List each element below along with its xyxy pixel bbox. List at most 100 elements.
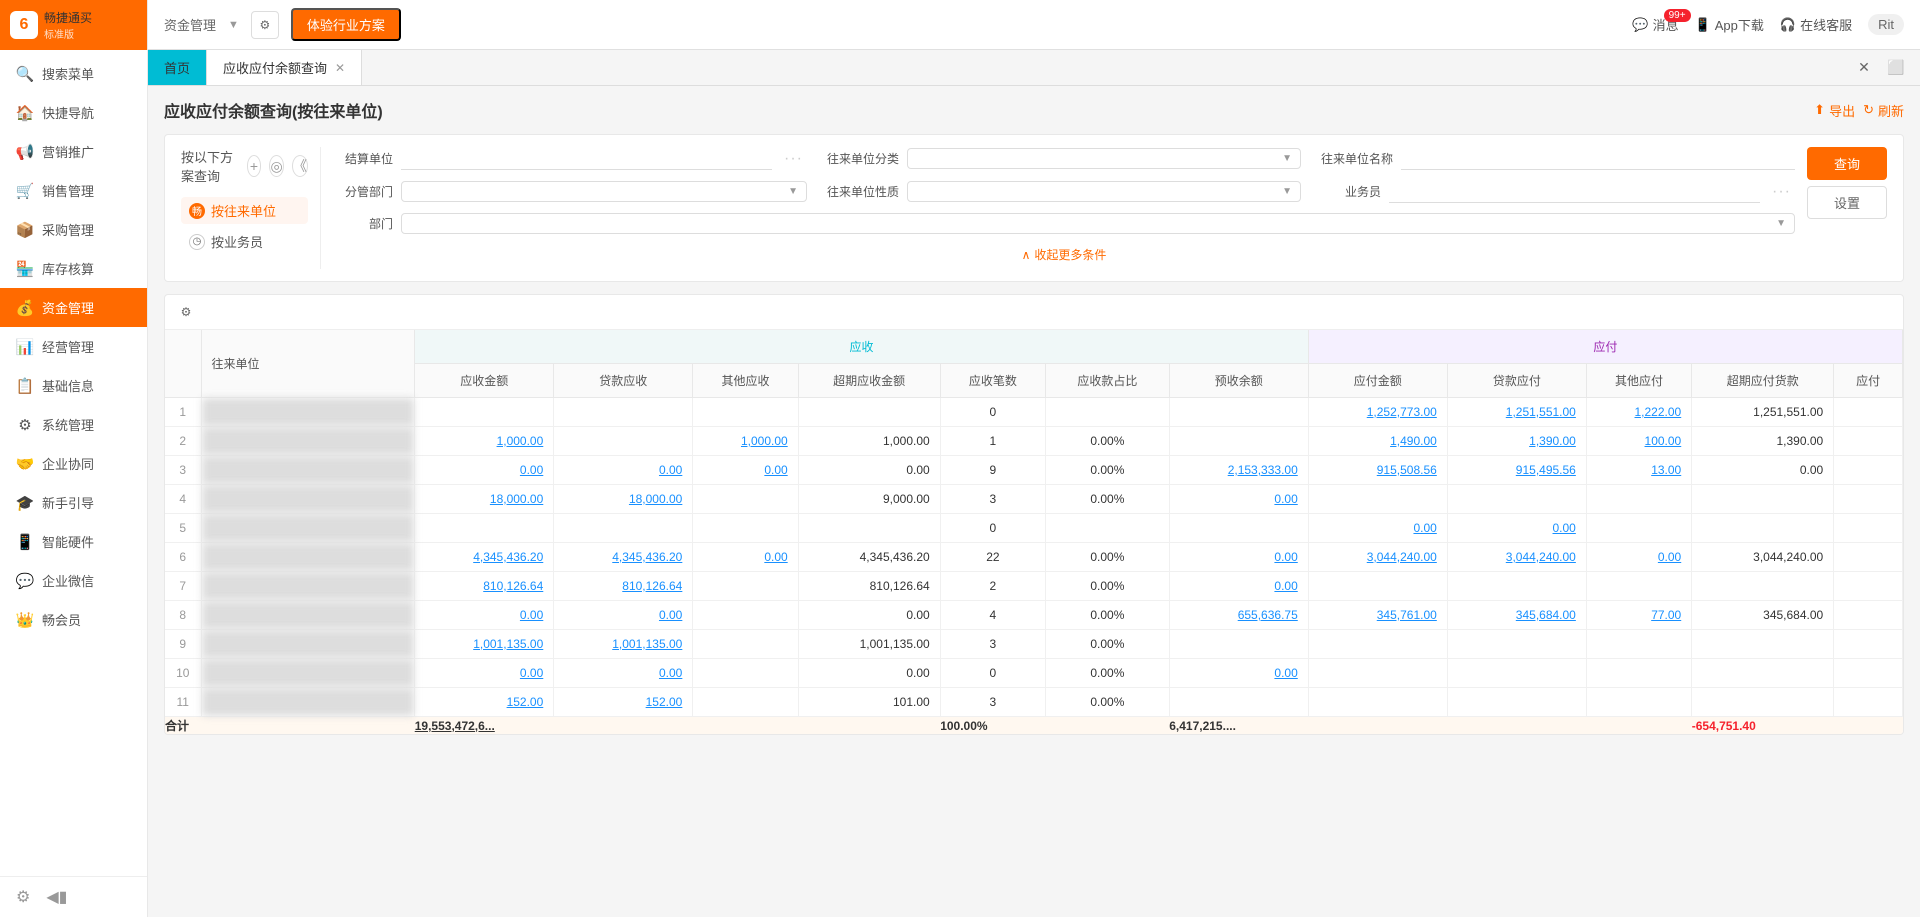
- row-cell[interactable]: 0.00: [1169, 659, 1308, 688]
- row-cell[interactable]: [415, 514, 554, 543]
- row-cell[interactable]: 655,636.75: [1169, 601, 1308, 630]
- row-cell[interactable]: 0.00: [415, 601, 554, 630]
- row-cell[interactable]: 345,684.00: [1447, 601, 1586, 630]
- row-cell[interactable]: [1169, 427, 1308, 456]
- row-cell[interactable]: 1,252,773.00: [1308, 398, 1447, 427]
- row-cell[interactable]: 810,126.64: [415, 572, 554, 601]
- row-cell[interactable]: [1586, 659, 1691, 688]
- row-cell[interactable]: [693, 398, 798, 427]
- tab-home[interactable]: 首页: [148, 50, 207, 85]
- sidebar-item-搜索菜单[interactable]: 🔍搜索菜单: [0, 54, 147, 93]
- row-cell[interactable]: [693, 688, 798, 717]
- filter-option-salesman[interactable]: ◷ 按业务员: [181, 228, 308, 255]
- export-button[interactable]: ⬆ 导出: [1814, 101, 1855, 120]
- sidebar-item-采购管理[interactable]: 📦采购管理: [0, 210, 147, 249]
- collapse-filter-button[interactable]: ∧ 收起更多条件: [333, 240, 1795, 269]
- row-cell[interactable]: 0.00: [554, 659, 693, 688]
- sidebar-item-库存核算[interactable]: 🏪库存核算: [0, 249, 147, 288]
- row-cell[interactable]: 77.00: [1586, 601, 1691, 630]
- row-cell[interactable]: [1586, 630, 1691, 659]
- row-cell[interactable]: 13.00: [1586, 456, 1691, 485]
- sidebar-item-基础信息[interactable]: 📋基础信息: [0, 366, 147, 405]
- row-cell[interactable]: 18,000.00: [554, 485, 693, 514]
- row-cell[interactable]: [1169, 688, 1308, 717]
- row-cell[interactable]: 345,761.00: [1308, 601, 1447, 630]
- row-cell[interactable]: [1308, 659, 1447, 688]
- row-cell[interactable]: 915,508.56: [1308, 456, 1447, 485]
- row-cell[interactable]: [1447, 659, 1586, 688]
- row-cell[interactable]: [1447, 485, 1586, 514]
- row-cell[interactable]: 100.00: [1586, 427, 1691, 456]
- row-cell[interactable]: [1308, 688, 1447, 717]
- row-cell[interactable]: [1447, 688, 1586, 717]
- query-button[interactable]: 查询: [1807, 147, 1887, 180]
- row-cell[interactable]: 4,345,436.20: [554, 543, 693, 572]
- row-cell[interactable]: 0.00: [415, 456, 554, 485]
- row-cell[interactable]: 0.00: [1169, 485, 1308, 514]
- sidebar-item-系统管理[interactable]: ⚙系统管理: [0, 405, 147, 444]
- row-cell[interactable]: [1169, 514, 1308, 543]
- footer-ar-total[interactable]: 19,553,472,6...: [415, 717, 554, 735]
- row-cell[interactable]: [1586, 572, 1691, 601]
- row-cell[interactable]: 810,126.64: [554, 572, 693, 601]
- filter-option-partner[interactable]: 畅 按往来单位: [181, 197, 308, 224]
- row-cell[interactable]: [554, 398, 693, 427]
- row-cell[interactable]: [415, 398, 554, 427]
- dept-select[interactable]: ▼: [401, 213, 1795, 234]
- row-cell[interactable]: [693, 485, 798, 514]
- row-cell[interactable]: [1169, 630, 1308, 659]
- row-cell[interactable]: 1,251,551.00: [1447, 398, 1586, 427]
- row-cell[interactable]: 0.00: [1586, 543, 1691, 572]
- message-button[interactable]: 💬 消息 99+: [1632, 15, 1678, 34]
- sidebar-item-企业协同[interactable]: 🤝企业协同: [0, 444, 147, 483]
- partner-nature-select[interactable]: ▼: [907, 181, 1301, 202]
- online-service-button[interactable]: 🎧 在线客服: [1780, 15, 1852, 34]
- row-cell[interactable]: 4,345,436.20: [415, 543, 554, 572]
- salesman-input[interactable]: [1389, 180, 1760, 203]
- sidebar-item-经营管理[interactable]: 📊经营管理: [0, 327, 147, 366]
- row-cell[interactable]: 1,001,135.00: [415, 630, 554, 659]
- partner-name-input[interactable]: [1401, 147, 1795, 170]
- settings-footer-icon[interactable]: ⚙: [16, 887, 30, 907]
- row-cell[interactable]: [1447, 572, 1586, 601]
- row-cell[interactable]: [1308, 630, 1447, 659]
- row-cell[interactable]: 1,001,135.00: [554, 630, 693, 659]
- tab-close-icon[interactable]: ✕: [335, 61, 345, 75]
- header-gear-button[interactable]: ⚙: [251, 11, 279, 39]
- sidebar-item-智能硬件[interactable]: 📱智能硬件: [0, 522, 147, 561]
- row-cell[interactable]: 3,044,240.00: [1447, 543, 1586, 572]
- collapse-sidebar-icon[interactable]: ◀▮: [46, 887, 67, 907]
- row-cell[interactable]: [693, 601, 798, 630]
- row-cell[interactable]: 0.00: [693, 456, 798, 485]
- sidebar-item-新手引导[interactable]: 🎓新手引导: [0, 483, 147, 522]
- row-cell[interactable]: 152.00: [415, 688, 554, 717]
- promo-button[interactable]: 体验行业方案: [291, 8, 401, 41]
- row-cell[interactable]: 915,495.56: [1447, 456, 1586, 485]
- row-cell[interactable]: 3,044,240.00: [1308, 543, 1447, 572]
- row-cell[interactable]: 1,000.00: [693, 427, 798, 456]
- settings-button[interactable]: 设置: [1807, 186, 1887, 219]
- row-cell[interactable]: [693, 630, 798, 659]
- row-cell[interactable]: 1,490.00: [1308, 427, 1447, 456]
- close-window-btn[interactable]: ✕: [1852, 56, 1876, 80]
- row-cell[interactable]: [1308, 572, 1447, 601]
- row-cell[interactable]: 0.00: [1169, 543, 1308, 572]
- sidebar-item-畅会员[interactable]: 👑畅会员: [0, 600, 147, 639]
- row-cell[interactable]: 0.00: [415, 659, 554, 688]
- settings-scheme-button[interactable]: ◎: [269, 155, 284, 177]
- app-download-button[interactable]: 📱 App下载: [1695, 15, 1764, 34]
- row-cell[interactable]: [1586, 485, 1691, 514]
- row-cell[interactable]: 0.00: [693, 543, 798, 572]
- settlement-unit-dots[interactable]: ···: [780, 150, 807, 168]
- row-cell[interactable]: [693, 659, 798, 688]
- row-cell[interactable]: [554, 514, 693, 543]
- row-cell[interactable]: 1,222.00: [1586, 398, 1691, 427]
- settlement-unit-input[interactable]: [401, 147, 772, 170]
- maximize-window-btn[interactable]: ⬜: [1884, 56, 1908, 80]
- row-cell[interactable]: 0.00: [554, 601, 693, 630]
- sidebar-item-企业微信[interactable]: 💬企业微信: [0, 561, 147, 600]
- row-cell[interactable]: [1169, 398, 1308, 427]
- row-cell[interactable]: 0.00: [1308, 514, 1447, 543]
- row-cell[interactable]: 2,153,333.00: [1169, 456, 1308, 485]
- add-scheme-button[interactable]: +: [247, 155, 262, 177]
